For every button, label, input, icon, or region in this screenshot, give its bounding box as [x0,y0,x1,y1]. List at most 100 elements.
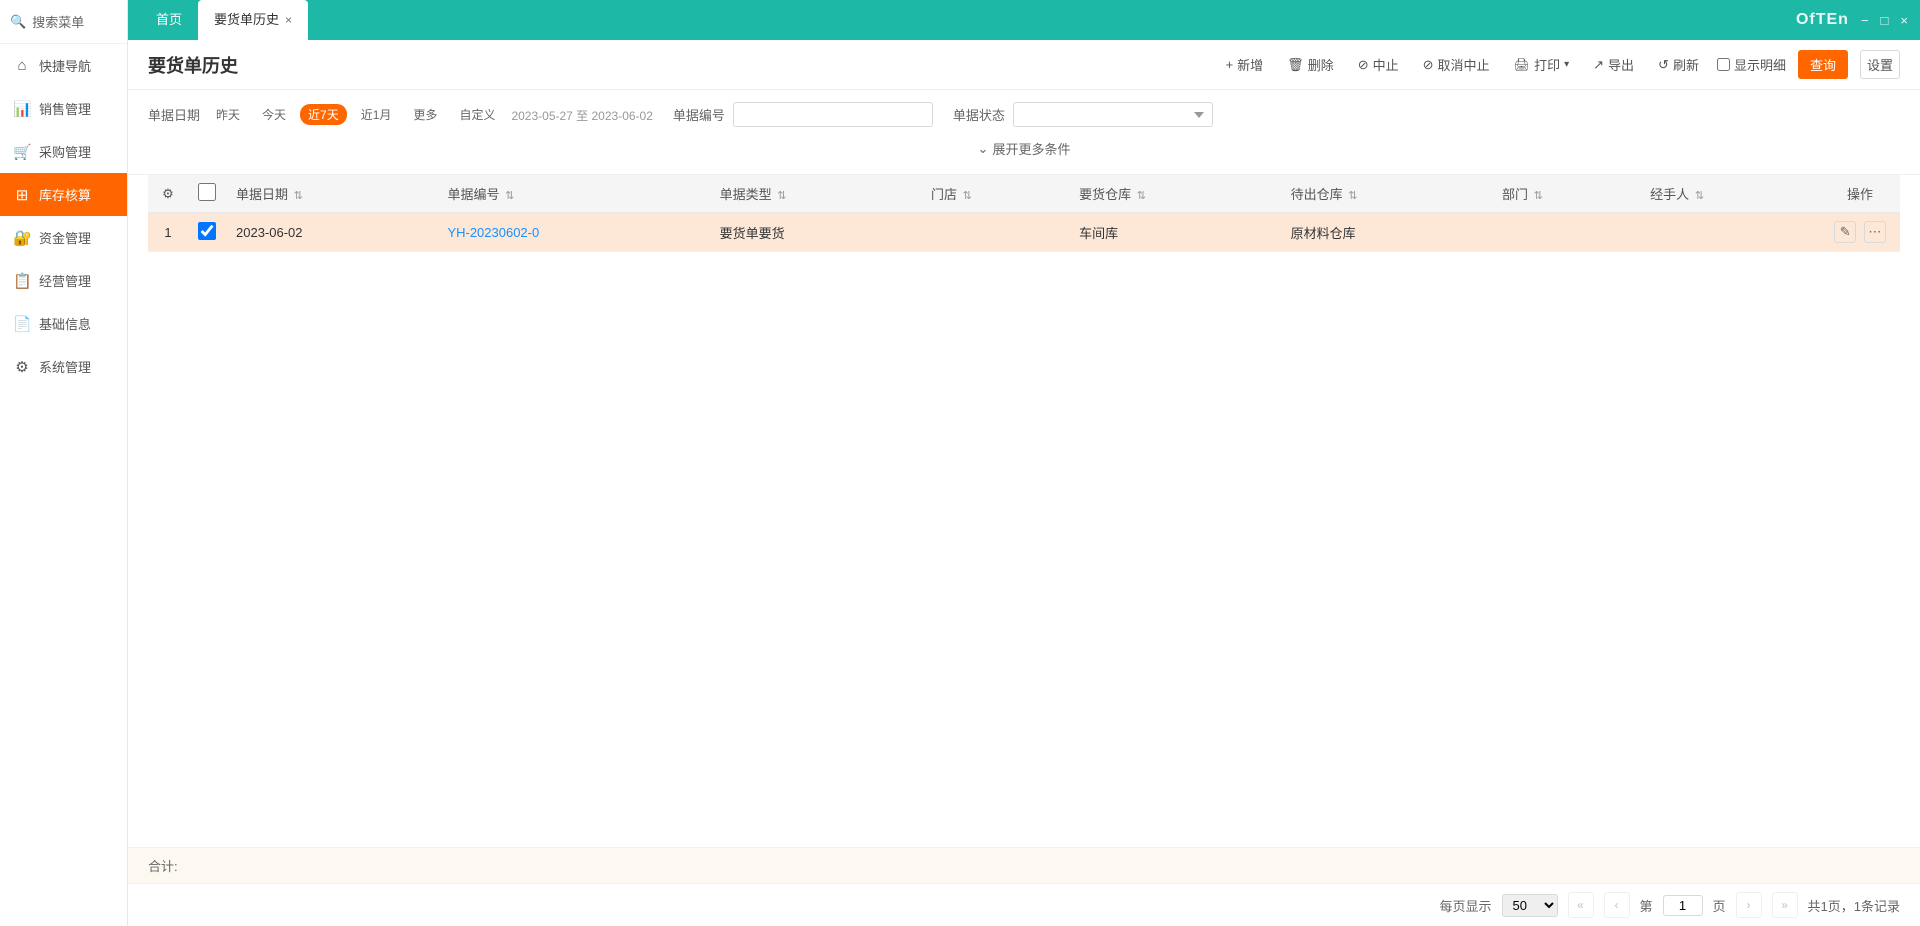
query-button[interactable]: 查询 [1798,50,1848,79]
row-checkbox[interactable] [198,222,216,240]
col-handler[interactable]: 经手人 ⇅ [1640,175,1820,213]
expand-icon: ⌄ [978,141,989,157]
refresh-button[interactable]: ↺ 刷新 [1652,51,1705,78]
page-label: 第 [1640,896,1653,915]
date-btn-more[interactable]: 更多 [405,104,445,125]
main-area: 首页 要货单历史 × OfTEn − □ × 要货单历史 + 新增 🗑 删除 [128,0,1920,926]
next-page-btn[interactable]: › [1736,892,1762,918]
sidebar-item-system[interactable]: ⚙ 系统管理 [0,345,127,388]
expand-more-btn[interactable]: ⌄ 展开更多条件 [148,135,1900,162]
sort-icon-store: ⇅ [963,190,972,202]
sidebar-item-label: 库存核算 [39,185,91,204]
filter-area: 单据日期 昨天 今天 近7天 近1月 更多 自定义 2023-05-27 至 2… [128,90,1920,175]
sidebar-item-operation[interactable]: 📋 经营管理 [0,259,127,302]
row-req-warehouse: 车间库 [1069,213,1280,252]
delete-label: 删除 [1308,55,1334,74]
tab-order-history[interactable]: 要货单历史 × [198,0,308,40]
col-no[interactable]: 单据编号 ⇅ [437,175,709,213]
sort-icon-type: ⇅ [777,190,786,202]
sidebar-item-purchase[interactable]: 🛒 采购管理 [0,130,127,173]
prev-page-btn[interactable]: ‹ [1604,892,1630,918]
col-store[interactable]: 门店 ⇅ [921,175,1069,213]
sort-icon-handler: ⇅ [1695,190,1704,202]
close-btn[interactable]: × [1900,13,1908,28]
date-btn-custom[interactable]: 自定义 [451,104,503,125]
summary-row: 合计: [128,847,1920,883]
date-btn-1month[interactable]: 近1月 [353,104,400,125]
row-num: 1 [148,213,188,252]
row-type: 要货单要货 [710,213,921,252]
print-label: 打印 [1534,55,1560,74]
stop-icon: ⊘ [1358,57,1369,73]
sidebar-search[interactable]: 🔍 搜索菜单 [0,0,127,44]
date-btn-7days[interactable]: 近7天 [300,104,347,125]
refresh-label: 刷新 [1673,55,1699,74]
operation-icon: 📋 [13,272,31,290]
select-all-checkbox[interactable] [198,183,216,201]
tab-home[interactable]: 首页 [140,0,198,40]
date-btn-yesterday[interactable]: 昨天 [208,104,248,125]
doc-no-input[interactable] [733,102,933,127]
first-page-btn[interactable]: « [1568,892,1594,918]
sidebar-item-basic[interactable]: 📄 基础信息 [0,302,127,345]
page-header: 要货单历史 + 新增 🗑 删除 ⊘ 中止 ⊘ 取消中止 [128,40,1920,90]
finance-icon: 🔐 [13,229,31,247]
export-button[interactable]: ↗ 导出 [1587,51,1640,78]
display-detail-checkbox[interactable]: 显示明细 [1717,55,1786,74]
minimize-btn[interactable]: − [1861,13,1869,28]
filter-status-group: 单据状态 [953,102,1213,127]
col-pending-warehouse[interactable]: 待出仓库 ⇅ [1281,175,1492,213]
date-btn-today[interactable]: 今天 [254,104,294,125]
search-icon: 🔍 [10,14,26,30]
sort-icon-pending-warehouse: ⇅ [1348,190,1357,202]
row-edit-icon[interactable]: ✎ [1834,221,1856,243]
row-more-icon[interactable]: ⋯ [1864,221,1886,243]
tab-close-icon[interactable]: × [285,0,292,40]
print-button[interactable]: 🖨 打印 ▾ [1508,51,1576,78]
stop-button[interactable]: ⊘ 中止 [1352,51,1405,78]
header-actions: + 新增 🗑 删除 ⊘ 中止 ⊘ 取消中止 🖨 打印 [1220,50,1900,79]
maximize-btn[interactable]: □ [1881,13,1889,28]
summary-label: 合计: [148,859,178,874]
delete-button[interactable]: 🗑 删除 [1281,51,1340,78]
table-header-row: ⚙ 单据日期 ⇅ 单据编号 ⇅ [148,175,1900,213]
col-settings[interactable]: ⚙ [148,175,188,213]
col-ops-label: 操作 [1847,187,1873,202]
row-no-link[interactable]: YH-20230602-0 [447,225,539,240]
col-type-label: 单据类型 [720,187,772,202]
print-dropdown-icon: ▾ [1564,59,1569,70]
pagination: 每页显示 20 50 100 « ‹ 第 1 页 › » 共1页，1条记录 [128,883,1920,926]
page-size-label: 每页显示 [1439,896,1491,915]
add-button[interactable]: + 新增 [1220,51,1270,78]
brand-label: OfTEn [1796,11,1849,29]
status-label: 单据状态 [953,105,1005,124]
sidebar-item-sales[interactable]: 📊 销售管理 [0,87,127,130]
col-type[interactable]: 单据类型 ⇅ [710,175,921,213]
cancel-stop-button[interactable]: ⊘ 取消中止 [1417,51,1496,78]
filter-date-group: 单据日期 昨天 今天 近7天 近1月 更多 自定义 2023-05-27 至 2… [148,104,653,125]
data-table: ⚙ 单据日期 ⇅ 单据编号 ⇅ [148,175,1900,252]
col-date[interactable]: 单据日期 ⇅ [226,175,437,213]
page-title: 要货单历史 [148,52,1220,78]
add-label: 新增 [1237,55,1263,74]
row-date: 2023-06-02 [226,213,437,252]
col-req-warehouse[interactable]: 要货仓库 ⇅ [1069,175,1280,213]
last-page-btn[interactable]: » [1772,892,1798,918]
sidebar-item-quick-nav[interactable]: ⌂ 快捷导航 [0,44,127,87]
sidebar-item-finance[interactable]: 🔐 资金管理 [0,216,127,259]
col-handler-label: 经手人 [1650,187,1689,202]
page-input[interactable]: 1 [1663,895,1703,916]
status-select[interactable] [1013,102,1213,127]
sidebar-search-label: 搜索菜单 [32,12,84,31]
doc-no-label: 单据编号 [673,105,725,124]
display-detail-input[interactable] [1717,58,1730,71]
sidebar-item-label: 基础信息 [39,314,91,333]
page-size-select[interactable]: 20 50 100 [1502,894,1558,917]
sidebar-item-label: 采购管理 [39,142,91,161]
export-label: 导出 [1608,55,1634,74]
table-row: 1 2023-06-02 YH-20230602-0 要货单要货 车间库 原材料… [148,213,1900,252]
page-content: 要货单历史 + 新增 🗑 删除 ⊘ 中止 ⊘ 取消中止 [128,40,1920,926]
col-department[interactable]: 部门 ⇅ [1492,175,1640,213]
sidebar-item-inventory[interactable]: ⊞ 库存核算 [0,173,127,216]
settings-button[interactable]: 设置 [1860,50,1900,79]
